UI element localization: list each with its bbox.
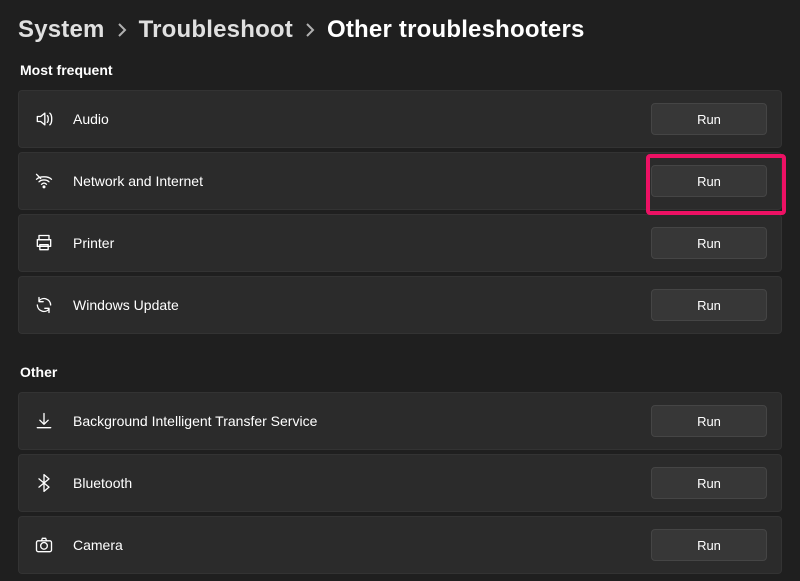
audio-icon <box>33 108 55 130</box>
troubleshooter-label: Background Intelligent Transfer Service <box>73 413 651 429</box>
printer-icon <box>33 232 55 254</box>
troubleshooter-label: Network and Internet <box>73 173 651 189</box>
troubleshooter-row-network: Network and Internet Run <box>18 152 782 210</box>
troubleshooter-row-printer: Printer Run <box>18 214 782 272</box>
troubleshooter-row-audio: Audio Run <box>18 90 782 148</box>
chevron-right-icon <box>305 23 315 37</box>
camera-icon <box>33 534 55 556</box>
troubleshooter-label: Camera <box>73 537 651 553</box>
run-button[interactable]: Run <box>651 529 767 561</box>
update-icon <box>33 294 55 316</box>
troubleshooter-label: Printer <box>73 235 651 251</box>
run-button[interactable]: Run <box>651 405 767 437</box>
breadcrumb-item-system[interactable]: System <box>18 16 105 44</box>
troubleshooter-row-bits: Background Intelligent Transfer Service … <box>18 392 782 450</box>
run-button[interactable]: Run <box>651 227 767 259</box>
network-icon <box>33 170 55 192</box>
troubleshooter-list: Audio Run Network and Internet Run Print… <box>18 90 782 334</box>
troubleshooter-row-camera: Camera Run <box>18 516 782 574</box>
troubleshooter-row-update: Windows Update Run <box>18 276 782 334</box>
download-icon <box>33 410 55 432</box>
breadcrumb-item-troubleshoot[interactable]: Troubleshoot <box>139 16 293 44</box>
troubleshooter-list: Background Intelligent Transfer Service … <box>18 392 782 574</box>
bluetooth-icon <box>33 472 55 494</box>
section-most-frequent: Most frequent Audio Run Network and Inte… <box>18 62 782 334</box>
section-other: Other Background Intelligent Transfer Se… <box>18 364 782 574</box>
breadcrumb: System Troubleshoot Other troubleshooter… <box>18 16 782 44</box>
run-button[interactable]: Run <box>651 467 767 499</box>
run-button[interactable]: Run <box>651 103 767 135</box>
breadcrumb-item-current: Other troubleshooters <box>327 16 585 44</box>
troubleshooter-label: Audio <box>73 111 651 127</box>
run-button[interactable]: Run <box>651 165 767 197</box>
troubleshooter-label: Bluetooth <box>73 475 651 491</box>
troubleshooter-label: Windows Update <box>73 297 651 313</box>
chevron-right-icon <box>117 23 127 37</box>
section-header: Most frequent <box>20 62 782 78</box>
section-header: Other <box>20 364 782 380</box>
run-button[interactable]: Run <box>651 289 767 321</box>
troubleshooter-row-bluetooth: Bluetooth Run <box>18 454 782 512</box>
